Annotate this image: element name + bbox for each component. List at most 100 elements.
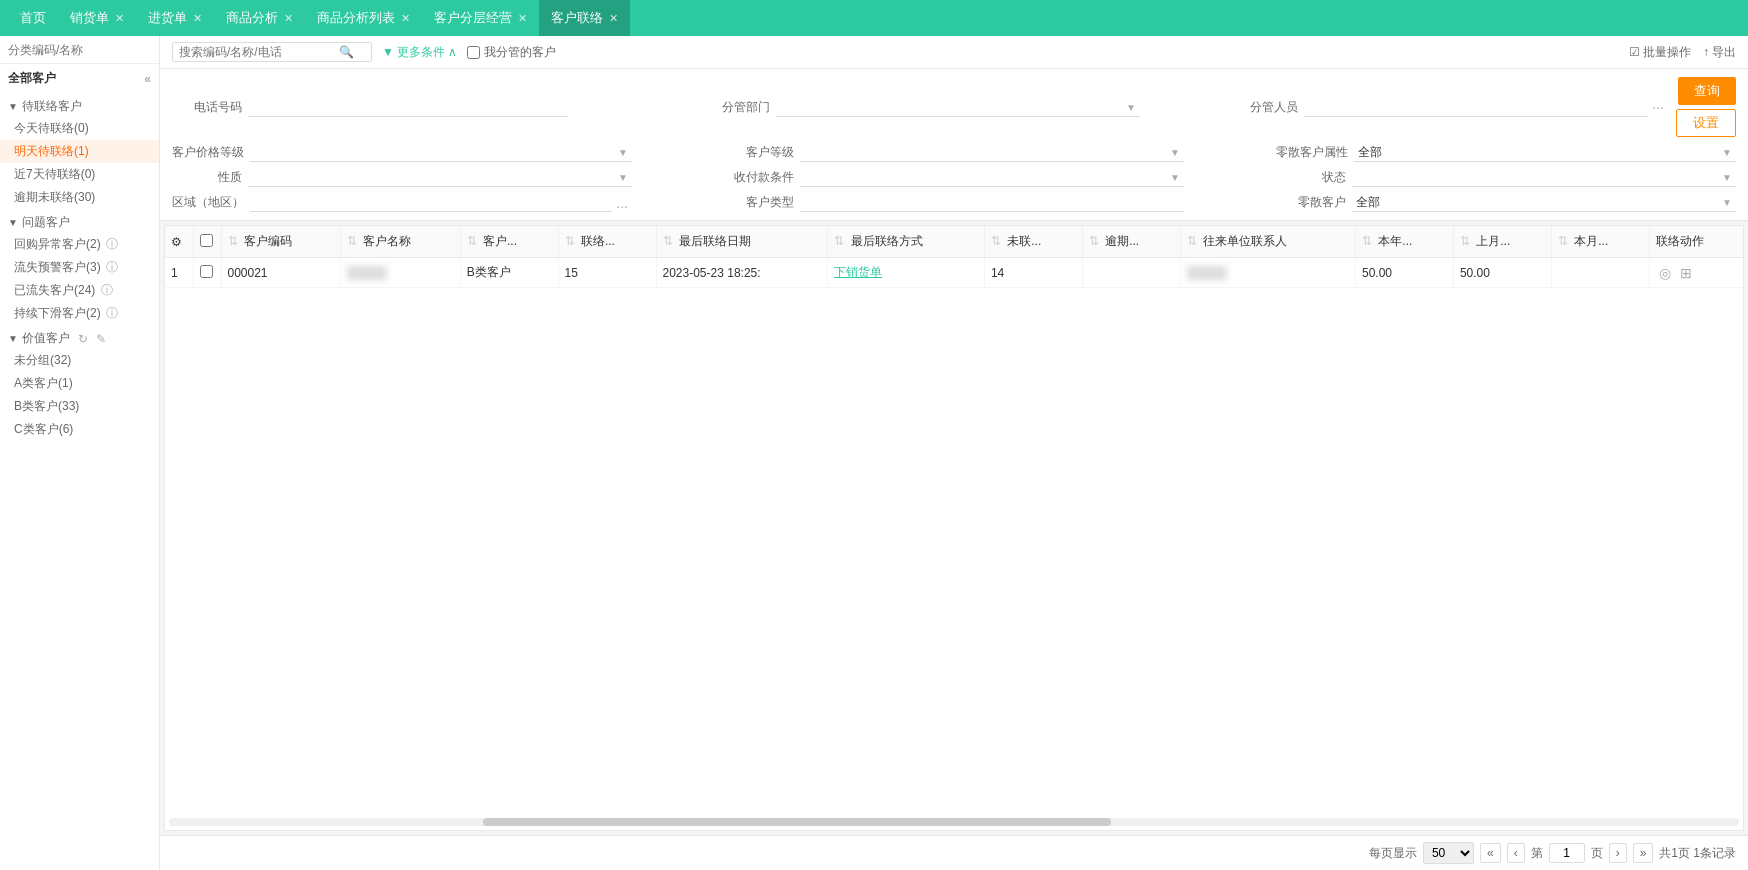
value-refresh-icon[interactable]: ↻ [78,332,88,346]
nav-home[interactable]: 首页 [8,0,58,36]
th-uncontacted[interactable]: ⇅ 未联... [984,226,1082,258]
sort-code-icon: ⇅ [228,234,238,248]
close-product-analysis-list-icon[interactable]: ✕ [401,12,410,25]
row-checkbox[interactable] [200,265,213,278]
sidebar-item-churned[interactable]: 已流失客户(24) ⓘ [0,279,159,302]
region-dots-button[interactable]: ... [612,195,632,211]
filter-status-select[interactable] [1352,168,1736,187]
page-size-select[interactable]: 50 10 20 100 [1423,842,1474,864]
filter-price-level-select[interactable] [250,143,632,162]
page-number-input[interactable] [1549,843,1585,863]
filter-phone-input[interactable] [248,98,568,117]
filter-manager-input[interactable] [1304,98,1648,117]
next-page-button[interactable]: › [1609,843,1627,863]
sidebar-item-7days-contact[interactable]: 近7天待联络(0) [0,163,159,186]
filter-customer-type-input[interactable] [800,193,1184,212]
filter-nature-select[interactable] [248,168,632,187]
select-all-checkbox[interactable] [200,234,213,247]
th-this-month[interactable]: ⇅ 本月... [1551,226,1649,258]
sidebar-item-class-a[interactable]: A类客户(1) [0,372,159,395]
horizontal-scrollbar[interactable] [169,818,1739,826]
filter-region-label: 区域（地区） [172,194,244,211]
filter-retail-attr-select[interactable]: 全部 [1354,143,1736,162]
filter-price-level-label: 客户价格等级 [172,144,244,161]
filter-retail-customer-select[interactable]: 全部 [1352,193,1736,212]
cell-overdue [1082,258,1180,288]
export-button[interactable]: ↑ 导出 [1703,44,1736,61]
settings-icon[interactable]: ⚙ [171,235,182,249]
sidebar-item-declining[interactable]: 持续下滑客户(2) ⓘ [0,302,159,325]
th-settings[interactable]: ⚙ [165,226,193,258]
nav-purchase-order[interactable]: 进货单 ✕ [136,0,214,36]
sidebar-item-today-contact[interactable]: 今天待联络(0) [0,117,159,140]
filter-region-input[interactable] [250,193,612,212]
more-filters-button[interactable]: ▼ 更多条件 ∧ [382,44,457,61]
table-row: 1 000021 B类客户 15 2023-05-23 18:25: 下销 [165,258,1743,288]
search-bar-icon[interactable]: 🔍 [339,45,354,59]
manager-dots-button[interactable]: ··· [1648,99,1668,115]
settings-button[interactable]: 设置 [1676,109,1736,137]
nav-customer-contact[interactable]: 客户联络 ✕ [539,0,630,36]
close-customer-contact-icon[interactable]: ✕ [609,12,618,25]
data-table-wrap: ⚙ ⇅ 客户编码 ⇅ 客户名称 [164,225,1744,831]
close-product-analysis-icon[interactable]: ✕ [284,12,293,25]
nav-customer-layered[interactable]: 客户分层经营 ✕ [422,0,539,36]
cell-no: 1 [165,258,193,288]
filter-customer-level-select[interactable] [800,143,1184,162]
filter-dept-select[interactable] [776,98,1140,117]
cell-this-month [1551,258,1649,288]
th-name[interactable]: ⇅ 客户名称 [341,226,461,258]
th-checkbox [193,226,221,258]
content-area: 🔍 ▼ 更多条件 ∧ 我分管的客户 ☑ 批量操作 ↑ 导出 [160,36,1748,870]
filter-retail-customer: 零散客户 全部 ▼ [1276,193,1736,212]
action-icon-1[interactable]: ◎ [1659,265,1671,281]
th-last-month[interactable]: ⇅ 上月... [1453,226,1551,258]
nav-product-analysis-list[interactable]: 商品分析列表 ✕ [305,0,422,36]
sidebar-item-churn-warning[interactable]: 流失预警客户(3) ⓘ [0,256,159,279]
th-last-method[interactable]: ⇅ 最后联络方式 [828,226,985,258]
value-edit-icon[interactable]: ✎ [96,332,106,346]
th-contacts[interactable]: ⇅ 联络... [558,226,656,258]
sidebar-all-customers[interactable]: 全部客户 « [0,64,159,93]
sidebar-value-section[interactable]: ▼ 价值客户 ↻ ✎ [0,325,159,349]
sidebar-pending-section[interactable]: ▼ 待联络客户 [0,93,159,117]
my-customers-checkbox[interactable] [467,46,480,59]
sidebar-item-class-c[interactable]: C类客户(6) [0,418,159,441]
filter-nature-wrap: ▼ [248,168,632,187]
th-action: 联络动作 [1649,226,1743,258]
cell-partner [1180,258,1355,288]
sort-partner-icon: ⇅ [1187,234,1197,248]
sidebar-problem-section[interactable]: ▼ 问题客户 [0,209,159,233]
batch-operate-button[interactable]: ☑ 批量操作 [1629,44,1691,61]
cell-last-method[interactable]: 下销货单 [828,258,985,288]
sidebar-item-tomorrow-contact[interactable]: 明天待联络(1) [0,140,159,163]
close-purchase-order-icon[interactable]: ✕ [193,12,202,25]
sort-overdue-icon: ⇅ [1089,234,1099,248]
sidebar-item-repurchase-abnormal[interactable]: 回购异常客户(2) ⓘ [0,233,159,256]
th-overdue[interactable]: ⇅ 逾期... [1082,226,1180,258]
action-icon-2[interactable]: ⊞ [1680,265,1692,281]
sidebar-item-ungrouped[interactable]: 未分组(32) [0,349,159,372]
filter-payment-wrap: ▼ [800,168,1184,187]
search-input[interactable] [179,45,339,59]
filter-payment-select[interactable] [800,168,1184,187]
filter-status-wrap: ▼ [1352,168,1736,187]
th-partner[interactable]: ⇅ 往来单位联系人 [1180,226,1355,258]
th-level[interactable]: ⇅ 客户... [460,226,558,258]
th-code[interactable]: ⇅ 客户编码 [221,226,341,258]
last-method-link[interactable]: 下销货单 [834,265,882,279]
prev-page-button[interactable]: ‹ [1507,843,1525,863]
first-page-button[interactable]: « [1480,843,1501,863]
th-this-year[interactable]: ⇅ 本年... [1356,226,1454,258]
close-sales-order-icon[interactable]: ✕ [115,12,124,25]
query-button[interactable]: 查询 [1678,77,1736,105]
nav-sales-order[interactable]: 销货单 ✕ [58,0,136,36]
last-page-button[interactable]: » [1633,843,1654,863]
nav-product-analysis[interactable]: 商品分析 ✕ [214,0,305,36]
th-last-date[interactable]: ⇅ 最后联络日期 [656,226,828,258]
sidebar-item-class-b[interactable]: B类客户(33) [0,395,159,418]
sidebar-search-input[interactable] [8,43,158,57]
scroll-thumb[interactable] [483,818,1111,826]
sidebar-item-overdue-contact[interactable]: 逾期未联络(30) [0,186,159,209]
close-customer-layered-icon[interactable]: ✕ [518,12,527,25]
